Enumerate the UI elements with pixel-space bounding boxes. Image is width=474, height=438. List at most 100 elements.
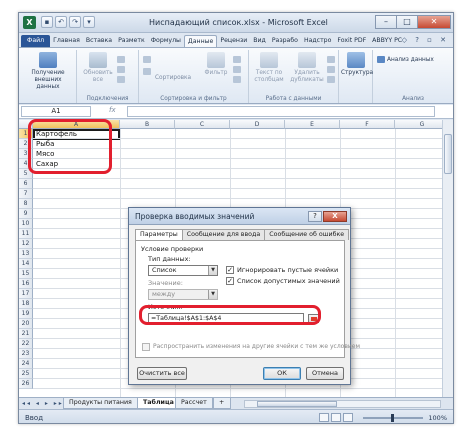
in-cell-dropdown-checkbox[interactable]: ✓ [226, 277, 234, 285]
edit-links-icon[interactable] [117, 76, 127, 83]
row-header[interactable]: 11 [19, 229, 33, 239]
zoom-level[interactable]: 100% [428, 414, 447, 422]
text-to-columns-button[interactable]: Текст по столбцам [251, 52, 287, 84]
row-header[interactable]: 15 [19, 269, 33, 279]
name-box[interactable]: A1 [21, 106, 91, 117]
highlight-list-range [28, 119, 112, 174]
group-connections: Обновить все Подключения [77, 50, 139, 103]
status-bar: Ввод 100% [19, 409, 453, 423]
page-break-view-icon[interactable] [343, 413, 353, 422]
tab-input-message[interactable]: Сообщение для ввода [181, 229, 266, 240]
tab-error-alert[interactable]: Сообщение об ошибке [264, 229, 350, 240]
settings-panel: Условие проверки Тип данных: Список ▼ ✓ … [135, 240, 360, 358]
window-title: Ниспадающий список.xlsx - Microsoft Exce… [149, 18, 328, 27]
row-header[interactable]: 21 [19, 329, 33, 339]
scroll-thumb[interactable] [257, 401, 337, 407]
chevron-down-icon[interactable]: ▼ [208, 266, 217, 275]
horizontal-scrollbar[interactable] [244, 400, 441, 408]
dialog-help-button[interactable]: ? [308, 211, 322, 222]
zoom-slider-handle[interactable] [391, 414, 394, 422]
clear-filter-icon[interactable] [233, 56, 243, 63]
row-header[interactable]: 26 [19, 379, 33, 389]
excel-logo-icon[interactable]: X [23, 16, 36, 29]
ok-button[interactable]: ОК [263, 367, 301, 380]
window-controls: – □ ✕ [375, 15, 451, 29]
function-icon[interactable]: fx [109, 106, 116, 114]
quick-access-toolbar: ▪ ↶ ↷ ▾ [41, 16, 95, 28]
scroll-thumb[interactable] [444, 134, 452, 174]
data-operator-select[interactable]: между ▼ [148, 289, 218, 300]
sheet-nav-icons[interactable]: ◂◂ ◂ ▸ ▸▸ [22, 400, 64, 407]
sort-za-icon[interactable] [143, 68, 153, 75]
row-header[interactable]: 6 [19, 179, 33, 189]
row-header[interactable]: 16 [19, 279, 33, 289]
minimize-button[interactable]: – [375, 15, 397, 29]
row-header[interactable]: 17 [19, 289, 33, 299]
column-header-c[interactable]: C [175, 120, 230, 129]
close-button[interactable]: ✕ [417, 15, 451, 29]
data-validation-dialog: Проверка вводимых значений ? X Параметры… [128, 207, 360, 385]
undo-icon[interactable]: ↶ [55, 16, 67, 28]
customize-icon[interactable]: ▾ [83, 16, 95, 28]
outline-button[interactable]: Структура [341, 52, 373, 77]
vertical-scrollbar[interactable] [442, 120, 453, 398]
redo-icon[interactable]: ↷ [69, 16, 81, 28]
advanced-filter-icon[interactable] [233, 76, 243, 83]
ignore-blank-checkbox[interactable]: ✓ [226, 266, 234, 274]
sheet-tab-products[interactable]: Продукты питания [63, 398, 138, 409]
grid-line [33, 178, 453, 179]
insert-sheet-icon[interactable]: + [213, 398, 231, 409]
sheet-tab-table[interactable]: Таблица [137, 398, 180, 409]
column-header-f[interactable]: F [340, 120, 395, 129]
ribbon-tabs: Файл Главная Вставка Разметк Формулы Дан… [19, 33, 453, 48]
view-buttons [319, 413, 353, 422]
ribbon-help-icons[interactable]: ◇ ? ▫ ✕ [402, 36, 449, 44]
ignore-blank-label: Игнорировать пустые ячейки [237, 266, 339, 274]
clear-all-button[interactable]: Очистить все [137, 367, 187, 380]
row-header[interactable]: 20 [19, 319, 33, 329]
cancel-button[interactable]: Отмена [306, 367, 344, 380]
row-header[interactable]: 22 [19, 339, 33, 349]
refresh-all-button[interactable]: Обновить все [83, 52, 113, 84]
row-header[interactable]: 8 [19, 199, 33, 209]
save-icon[interactable]: ▪ [41, 16, 53, 28]
data-validation-icon[interactable] [327, 56, 337, 63]
zoom-slider[interactable] [363, 414, 423, 422]
sort-button[interactable]: Сортировка [155, 75, 191, 81]
sheet-tab-calc[interactable]: Рассчет [175, 398, 213, 409]
row-header[interactable]: 23 [19, 349, 33, 359]
column-header-d[interactable]: D [230, 120, 285, 129]
consolidate-icon[interactable] [327, 66, 337, 73]
formula-input[interactable] [127, 106, 435, 117]
remove-duplicates-button[interactable]: Удалить дубликаты [289, 52, 325, 84]
sort-az-icon[interactable] [143, 56, 153, 63]
page-layout-view-icon[interactable] [331, 413, 341, 422]
column-header-b[interactable]: B [120, 120, 175, 129]
row-header[interactable]: 7 [19, 189, 33, 199]
properties-icon[interactable] [117, 66, 127, 73]
group-sort-filter: Сортировка Фильтр Сортировка и фильтр [139, 50, 249, 103]
row-header[interactable]: 13 [19, 249, 33, 259]
row-header[interactable]: 19 [19, 309, 33, 319]
row-header[interactable]: 25 [19, 369, 33, 379]
what-if-icon[interactable] [327, 76, 337, 83]
maximize-button[interactable]: □ [396, 15, 418, 29]
reapply-filter-icon[interactable] [233, 66, 243, 73]
row-header[interactable]: 12 [19, 239, 33, 249]
data-analysis-button[interactable]: Анализ данных [377, 56, 434, 63]
apply-to-all-checkbox[interactable] [142, 343, 150, 351]
column-header-e[interactable]: E [285, 120, 340, 129]
row-header[interactable]: 9 [19, 209, 33, 219]
connections-icon[interactable] [117, 56, 127, 63]
dialog-close-button[interactable]: X [323, 211, 347, 222]
chevron-down-icon[interactable]: ▼ [208, 290, 217, 299]
filter-button[interactable]: Фильтр [201, 52, 231, 77]
row-header[interactable]: 10 [19, 219, 33, 229]
get-external-data-button[interactable]: Получение внешних данных [23, 52, 73, 91]
data-type-select[interactable]: Список ▼ [148, 265, 218, 276]
refresh-icon [89, 52, 107, 68]
normal-view-icon[interactable] [319, 413, 329, 422]
row-header[interactable]: 14 [19, 259, 33, 269]
row-header[interactable]: 24 [19, 359, 33, 369]
row-header[interactable]: 18 [19, 299, 33, 309]
